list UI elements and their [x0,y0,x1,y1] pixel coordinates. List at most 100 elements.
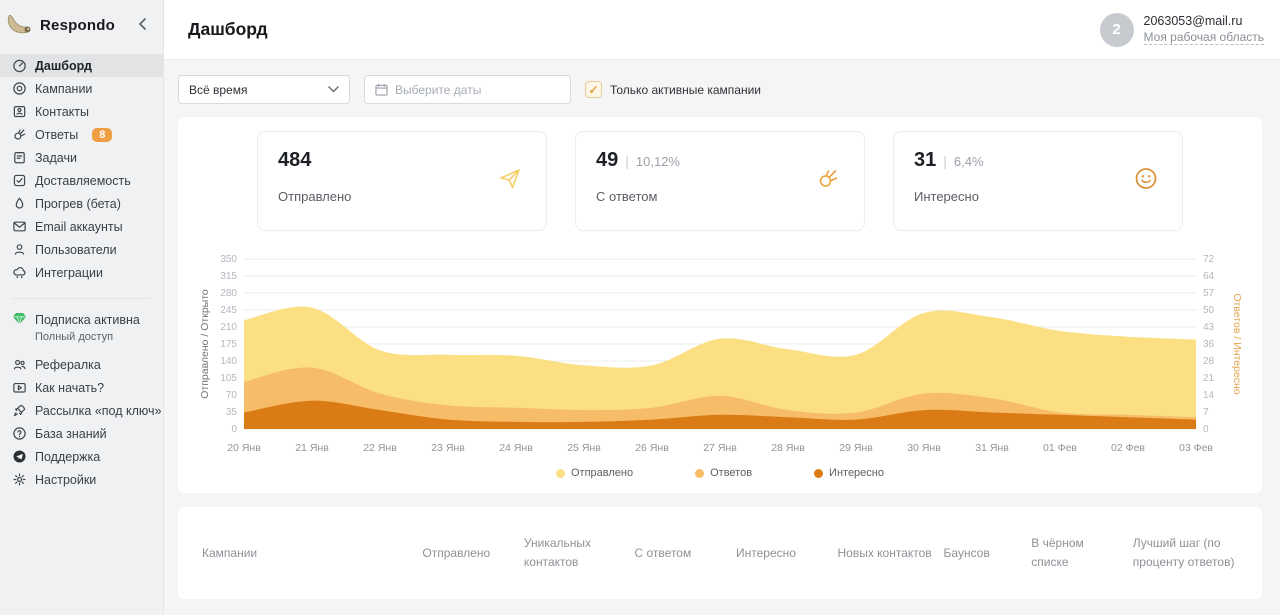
logo-bird-icon [6,12,36,38]
sidebar-item-envelope[interactable]: Email аккаунты [0,215,163,238]
legend-item: Отправлено [555,467,634,479]
sidebar-item-contact-card[interactable]: Контакты [0,100,163,123]
target-icon [12,81,27,96]
dashboard-content: Всё время ✓ Только активные кампании 484… [164,60,1280,615]
sidebar-nav-main: Дашборд Кампании Контакты Ответы 8 Задачи Дост… [0,54,163,284]
sidebar-item-label: Email аккаунты [35,219,123,234]
gem-icon [12,311,27,329]
legend-dot [555,468,565,478]
sidebar-item-label: Дашборд [35,58,92,73]
svg-text:35: 35 [226,407,238,418]
stat-card: 484 Отправлено [257,131,547,231]
table-column-header: Кампании [202,545,258,560]
users-icon [12,357,27,372]
paper-plane-icon [498,167,522,196]
area-chart: 0 0 35 7 70 14 105 21 140 28 175 36 210 43 245 50 280 57 3… [198,251,1242,463]
table-column-header: Интересно [736,545,796,560]
svg-text:50: 50 [1203,305,1215,316]
svg-text:57: 57 [1203,288,1215,299]
stat-label: Интересно [914,189,979,204]
chart-legend: Отправлено Ответов Интересно [198,467,1242,483]
sidebar-item-label: Прогрев (бета) [35,196,121,211]
sidebar-item-comet[interactable]: Ответы 8 [0,123,163,146]
logo-row: Respondo [0,8,163,42]
svg-text:70: 70 [226,390,238,401]
svg-text:27 Янв: 27 Янв [703,442,737,454]
svg-text:24 Янв: 24 Янв [499,442,533,454]
sidebar-item-telegram[interactable]: Поддержка [0,445,163,468]
user-block[interactable]: 2 2063053@mail.ru Моя рабочая область [1099,12,1264,47]
envelope-icon [12,219,27,234]
svg-text:43: 43 [1203,322,1215,333]
legend-dot [814,468,824,478]
svg-text:72: 72 [1203,254,1215,265]
stat-card: 49 | 10,12% С ответом [575,131,865,231]
sidebar-item-label: Кампании [35,81,93,96]
table-column-header: Лучший шаг (по проценту ответов) [1132,536,1235,569]
workspace-link[interactable]: Моя рабочая область [1143,30,1264,45]
value-separator: | [943,153,947,169]
sidebar-item-gear[interactable]: Настройки [0,468,163,491]
sidebar-item-label: Задачи [35,150,77,165]
svg-text:36: 36 [1203,339,1215,350]
chevron-down-icon [328,86,339,93]
sidebar-item-video[interactable]: Как начать? [0,376,163,399]
stat-percent: 6,4% [953,154,984,169]
period-select[interactable]: Всё время [178,75,350,104]
sidebar-item-check-square[interactable]: Доставляемость [0,169,163,192]
svg-text:20 Янв: 20 Янв [227,442,261,454]
sidebar-item-question-circle[interactable]: База знаний [0,422,163,445]
sidebar-item-label: Пользователи [35,242,117,257]
sidebar-item-label: Ответы [35,127,79,142]
sidebar-collapse-button[interactable] [132,15,153,35]
subscription-status: Подписка активна Полный доступ [0,311,163,349]
subscription-title: Подписка активна [35,313,140,327]
legend-dot [695,468,705,478]
sidebar-item-rocket[interactable]: Рассылка «под ключ» [0,399,163,422]
sidebar-item-user[interactable]: Пользователи [0,238,163,261]
sidebar-item-label: Интеграции [35,265,104,280]
active-campaigns-checkbox[interactable]: ✓ [585,81,602,98]
sidebar-item-drop[interactable]: Прогрев (бета) [0,192,163,215]
svg-text:105: 105 [220,373,237,384]
svg-text:21: 21 [1203,373,1215,384]
stat-label: Отправлено [278,189,352,204]
sidebar: Respondo Дашборд Кампании Контакты Ответы 8 З… [0,0,164,615]
sidebar-divider [12,298,151,299]
svg-text:21 Янв: 21 Янв [295,442,329,454]
sidebar-item-users[interactable]: Рефералка [0,353,163,376]
svg-text:26 Янв: 26 Янв [635,442,669,454]
smiley-icon [1134,167,1158,196]
user-email: 2063053@mail.ru [1143,13,1243,28]
active-campaigns-checkbox-wrap[interactable]: ✓ Только активные кампании [585,81,761,98]
stat-value: 49 [596,149,619,171]
svg-text:Отправлено / Открыто: Отправлено / Открыто [199,289,211,399]
svg-text:280: 280 [220,288,237,299]
filter-row: Всё время ✓ Только активные кампании [178,75,1262,104]
avatar[interactable]: 2 [1099,12,1134,47]
sidebar-item-target[interactable]: Кампании [0,77,163,100]
comet-orange-icon [816,167,840,196]
svg-text:140: 140 [220,356,237,367]
table-column-header: С ответом [634,545,692,560]
campaigns-table: Кампании Отправлено Уникальных контактов С … [178,507,1262,599]
sidebar-item-label: Поддержка [35,449,101,464]
svg-text:175: 175 [220,339,237,350]
value-separator: | [625,153,629,169]
date-range-input[interactable] [395,82,545,97]
top-header: Дашборд 2 2063053@mail.ru Моя рабочая об… [164,0,1280,60]
clipboard-icon [12,150,27,165]
sidebar-item-label: Настройки [35,472,97,487]
sidebar-item-cloud[interactable]: Интеграции [0,261,163,284]
sidebar-item-clipboard[interactable]: Задачи [0,146,163,169]
drop-icon [12,196,27,211]
svg-text:64: 64 [1203,271,1215,282]
svg-text:29 Янв: 29 Янв [839,442,873,454]
sidebar-item-gauge[interactable]: Дашборд [0,54,163,77]
stat-label: С ответом [596,189,658,204]
legend-label: Ответов [710,467,753,479]
active-campaigns-label: Только активные кампании [610,82,761,97]
legend-label: Отправлено [570,467,634,479]
date-range-input-wrap[interactable] [364,75,571,104]
svg-text:28 Янв: 28 Янв [771,442,805,454]
